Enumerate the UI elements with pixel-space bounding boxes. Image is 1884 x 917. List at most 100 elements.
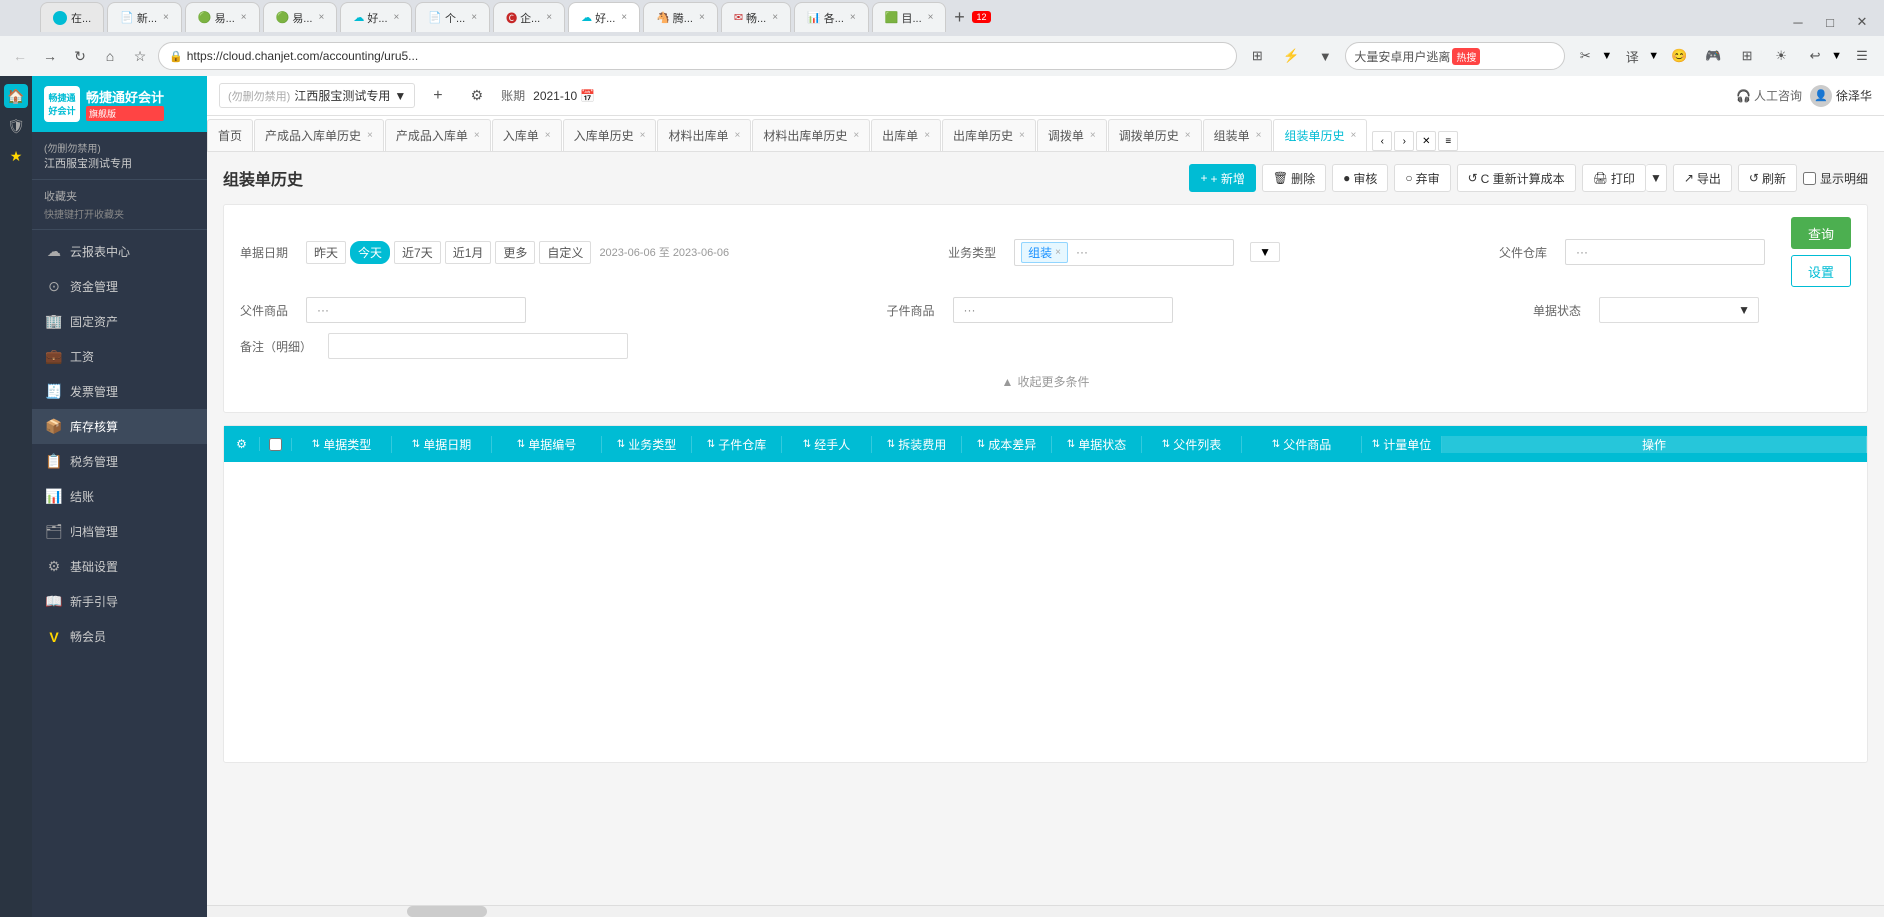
tab-close-icon[interactable]: ×: [928, 12, 934, 23]
print-button[interactable]: 🖨 打印: [1582, 164, 1646, 192]
home-button[interactable]: ⌂: [98, 44, 122, 68]
browser-search[interactable]: 大量安卓用户逃离 热搜: [1345, 42, 1565, 70]
tab-close-icon[interactable]: ×: [699, 12, 705, 23]
th-handler[interactable]: ⇅ 经手人: [782, 436, 872, 453]
th-sub-warehouse[interactable]: ⇅ 子件仓库: [692, 436, 782, 453]
sidebar-item-archive[interactable]: 🗂 归档管理: [32, 514, 207, 549]
close-icon[interactable]: ×: [924, 130, 930, 141]
sidebar-item-fund[interactable]: ⊙ 资金管理: [32, 269, 207, 304]
date-btn-today[interactable]: 今天: [350, 241, 390, 264]
export-button[interactable]: ↗ 导出: [1673, 164, 1732, 192]
date-btn-yesterday[interactable]: 昨天: [306, 241, 346, 264]
delete-button[interactable]: 🗑 删除: [1262, 164, 1326, 192]
th-dismantle-cost[interactable]: ⇅ 拆装费用: [872, 436, 962, 453]
tab-transfer-history[interactable]: 调拨单历史 ×: [1108, 119, 1202, 151]
sidebar-item-tax[interactable]: 📋 税务管理: [32, 444, 207, 479]
tab-out-history[interactable]: 出库单历史 ×: [942, 119, 1036, 151]
user-area[interactable]: 👤 徐泽华: [1810, 85, 1872, 107]
game-button[interactable]: 🎮: [1699, 42, 1727, 70]
sidebar-item-cloud-report[interactable]: ☁ 云报表中心: [32, 234, 207, 269]
grid-button[interactable]: ⊞: [1733, 42, 1761, 70]
company-selector[interactable]: (勿删勿禁用) 江西服宝测试专用 ▼: [219, 83, 415, 108]
refresh-button[interactable]: ↻: [68, 44, 92, 68]
calendar-icon[interactable]: 📅: [580, 89, 595, 103]
close-icon[interactable]: ×: [1090, 130, 1096, 141]
back-button[interactable]: ←: [8, 44, 32, 68]
tab-close-icon[interactable]: ×: [394, 12, 400, 23]
recalculate-button[interactable]: ↺ C 重新计算成本: [1457, 164, 1576, 192]
sidebar-item-vip[interactable]: V 畅会员: [32, 619, 207, 654]
tab-assembly-history[interactable]: 组装单历史 ×: [1273, 119, 1367, 151]
close-icon[interactable]: ×: [640, 130, 646, 141]
close-icon[interactable]: ×: [1256, 130, 1262, 141]
th-biz-type[interactable]: ⇅ 业务类型: [602, 436, 692, 453]
browser-tab-2[interactable]: 📄 新... ×: [107, 2, 182, 32]
parent-goods-filter[interactable]: ···: [306, 297, 526, 323]
close-icon[interactable]: ×: [1350, 130, 1356, 141]
sidebar-item-salary[interactable]: 💼 工资: [32, 339, 207, 374]
th-settings[interactable]: ⚙: [224, 437, 260, 451]
browser-tab-10[interactable]: ✉ 畅... ×: [721, 2, 791, 32]
close-button[interactable]: ✕: [1848, 8, 1876, 36]
tab-out-order[interactable]: 出库单 ×: [871, 119, 941, 151]
parent-wh-more[interactable]: ···: [1572, 245, 1592, 259]
maximize-button[interactable]: □: [1816, 8, 1844, 36]
close-icon[interactable]: ×: [1019, 130, 1025, 141]
favorites-label[interactable]: 收藏夹: [44, 188, 195, 204]
th-parent-list[interactable]: ⇅ 父件列表: [1142, 436, 1242, 453]
tab-left-arrow[interactable]: ‹: [1372, 131, 1392, 151]
tab-in-order[interactable]: 入库单 ×: [492, 119, 562, 151]
date-btn-more[interactable]: 更多: [495, 241, 535, 264]
sub-goods-more[interactable]: ···: [960, 303, 980, 317]
browser-tab-12[interactable]: 🟩 目... ×: [872, 2, 947, 32]
remarks-input[interactable]: [328, 333, 628, 359]
display-detail-toggle[interactable]: 显示明细: [1803, 170, 1868, 187]
address-bar[interactable]: 🔒 https://cloud.chanjet.com/accounting/u…: [158, 42, 1237, 70]
close-icon[interactable]: ×: [853, 130, 859, 141]
close-icon[interactable]: ×: [545, 130, 551, 141]
tab-transfer[interactable]: 调拨单 ×: [1037, 119, 1107, 151]
sidebar-item-inventory[interactable]: 📦 库存核算: [32, 409, 207, 444]
add-button[interactable]: + + 新增: [1189, 164, 1255, 192]
browser-tab-7[interactable]: 🅒 企... ×: [493, 2, 565, 32]
tab-material-out-history[interactable]: 材料出库单历史 ×: [752, 119, 870, 151]
date-btn-7days[interactable]: 近7天: [394, 241, 441, 264]
tab-right-arrow[interactable]: ›: [1394, 131, 1414, 151]
sub-goods-filter[interactable]: ···: [953, 297, 1173, 323]
menu-button[interactable]: ☰: [1848, 42, 1876, 70]
tab-close-icon[interactable]: ×: [621, 12, 627, 23]
browser-tab-3[interactable]: 🟢 易... ×: [185, 2, 260, 32]
browser-tab-4[interactable]: 🟢 易... ×: [263, 2, 338, 32]
browser-tab-8[interactable]: ☁ 好... ×: [568, 2, 640, 32]
parent-wh-filter[interactable]: ···: [1565, 239, 1765, 265]
collapse-button[interactable]: ▲ 收起更多条件: [240, 369, 1851, 394]
tab-product-in[interactable]: 产成品入库单 ×: [385, 119, 491, 151]
tab-close-icon[interactable]: ×: [318, 12, 324, 23]
sun-button[interactable]: ☀: [1767, 42, 1795, 70]
tab-product-in-history[interactable]: 产成品入库单历史 ×: [254, 119, 384, 151]
sidebar-item-fixed-assets[interactable]: 🏢 固定资产: [32, 304, 207, 339]
close-icon[interactable]: ×: [1185, 130, 1191, 141]
scissors-button[interactable]: ✂: [1571, 42, 1599, 70]
service-button[interactable]: 🎧 人工咨询: [1736, 87, 1802, 104]
th-order-status[interactable]: ⇅ 单据状态: [1052, 436, 1142, 453]
sidebar-item-settings[interactable]: ⚙ 基础设置: [32, 549, 207, 584]
add-company-button[interactable]: +: [423, 82, 452, 110]
print-dropdown-button[interactable]: ▼: [1646, 164, 1667, 192]
side-icon-star[interactable]: ★: [4, 144, 28, 168]
browser-tab-9[interactable]: 🐴 腾... ×: [643, 2, 718, 32]
tab-material-out[interactable]: 材料出库单 ×: [657, 119, 751, 151]
close-icon[interactable]: ×: [367, 130, 373, 141]
company-settings-button[interactable]: ⚙: [461, 82, 494, 110]
qr-code-button[interactable]: ⊞: [1243, 42, 1271, 70]
th-checkbox[interactable]: [260, 438, 292, 451]
tab-close-icon[interactable]: ×: [772, 12, 778, 23]
translate-button[interactable]: 译: [1618, 42, 1646, 70]
lightning-button[interactable]: ⚡: [1277, 42, 1305, 70]
biz-type-filter[interactable]: 组装 × ···: [1014, 239, 1234, 266]
sidebar-item-guide[interactable]: 📖 新手引导: [32, 584, 207, 619]
tab-close-icon[interactable]: ×: [850, 12, 856, 23]
sidebar-item-settlement[interactable]: 📊 结账: [32, 479, 207, 514]
parent-goods-more[interactable]: ···: [313, 303, 333, 317]
close-icon[interactable]: ×: [734, 130, 740, 141]
